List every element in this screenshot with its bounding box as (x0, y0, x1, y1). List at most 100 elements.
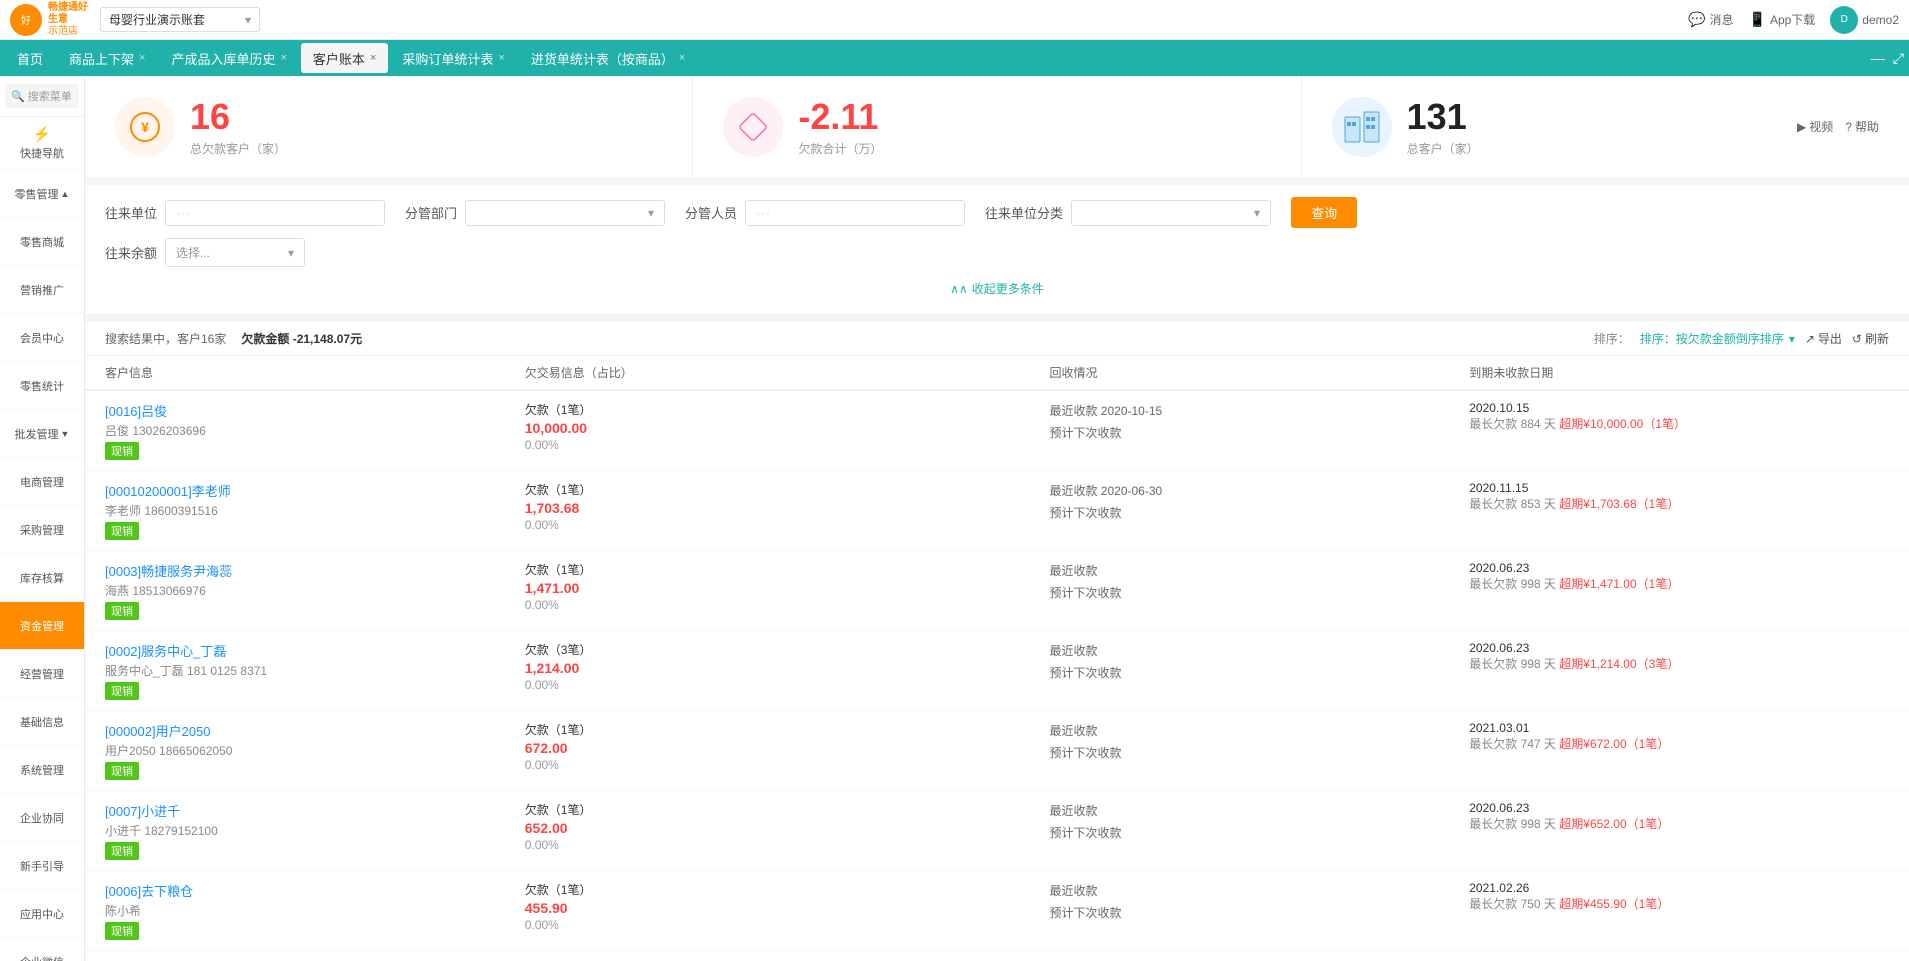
debt-info-0016: 欠款（1笔） 10,000.00 0.00% (525, 401, 1050, 452)
filter-row-1: 往来单位 ··· 分管部门 ▾ 分管人员 (105, 197, 1889, 228)
tab-purchase-order[interactable]: 采购订单统计表 × (390, 43, 516, 73)
sort-button[interactable]: 排序：按欠款金额倒序排序 ▾ (1640, 330, 1795, 347)
sidebar-search-box[interactable]: 🔍 搜索菜单 (5, 84, 79, 108)
sidebar-items: ⚡ 快捷导航 零售管理 ▲ 零售商城 营销推广 会员中心 (0, 117, 84, 961)
sidebar-item-retail-mall[interactable]: 零售商城 (0, 218, 84, 266)
refresh-button[interactable]: ↺ 刷新 (1852, 330, 1889, 347)
tab-close-icon[interactable]: × (679, 52, 685, 64)
video-link[interactable]: ▶ 视频 (1797, 118, 1833, 135)
tab-purchase-stats[interactable]: 进货单统计表（按商品） × (519, 43, 697, 73)
filter-分管人员-input[interactable]: ··· (745, 200, 965, 226)
header-collect: 回收情况 (1049, 364, 1469, 381)
main-content: ¥ 16 总欠款客户（家） -2.11 (85, 76, 1909, 961)
stat-label-total-customers: 总客户（家） (1407, 140, 1479, 157)
store-selector[interactable]: 母婴行业演示账套 ▾ (100, 7, 260, 32)
logo-area: 好 畅捷通好生意 示范店 (10, 2, 95, 38)
table-row: [0007]小进千 小进千 18279152100 现销 欠款（1笔） 652.… (85, 791, 1909, 871)
stat-text-total-customers: 131 总客户（家） (1407, 96, 1479, 157)
tab-close-icon[interactable]: × (280, 52, 286, 64)
customer-name-link[interactable]: [000002]用户2050 (105, 721, 525, 740)
filter-往来余额-dropdown[interactable]: 选择... ▾ (165, 238, 305, 267)
sidebar-item-ecommerce[interactable]: 电商管理 (0, 458, 84, 506)
tab-home[interactable]: 首页 (5, 43, 55, 73)
table-row: [0016]吕俊 吕俊 13026203696 现销 欠款（1笔） 10,000… (85, 391, 1909, 471)
tab-products[interactable]: 商品上下架 × (57, 43, 157, 73)
customer-info-0002: [0002]服务中心_丁磊 服务中心_丁磊 181 0125 8371 现销 (105, 641, 525, 700)
export-button[interactable]: ↗ 导出 (1805, 330, 1842, 347)
tab-customer-account[interactable]: 客户账本 × (301, 43, 388, 73)
overdue-link[interactable]: 超期¥672.00（1笔） (1559, 737, 1669, 751)
window-expand-icon[interactable]: ⤢ (1893, 50, 1904, 67)
tab-close-icon[interactable]: × (498, 52, 504, 64)
debt-info-000002: 欠款（1笔） 672.00 0.00% (525, 721, 1050, 772)
customer-name-link[interactable]: [0002]服务中心_丁磊 (105, 641, 525, 660)
customer-info-0016: [0016]吕俊 吕俊 13026203696 现销 (105, 401, 525, 460)
tab-production[interactable]: 产成品入库单历史 × (159, 43, 298, 73)
sidebar-item-purchase-mgmt[interactable]: 采购管理 (0, 506, 84, 554)
sidebar-item-inventory[interactable]: 库存核算 (0, 554, 84, 602)
help-link[interactable]: ? 帮助 (1845, 118, 1879, 135)
sidebar-item-quick-nav[interactable]: ⚡ 快捷导航 (0, 117, 84, 170)
collect-info-0007: 最近收款 预计下次收款 (1049, 801, 1469, 844)
overdue-link[interactable]: 超期¥652.00（1笔） (1559, 817, 1669, 831)
refresh-icon: ↺ (1852, 332, 1862, 346)
sidebar-item-retail-mgmt[interactable]: 零售管理 ▲ (0, 170, 84, 218)
search-icon: 🔍 (11, 90, 25, 103)
sidebar-item-app-center[interactable]: 应用中心 (0, 890, 84, 938)
sidebar-item-enterprise[interactable]: 企业协同 (0, 794, 84, 842)
customer-name-link[interactable]: [0006]去下粮仓 (105, 881, 525, 900)
overdue-link[interactable]: 超期¥1,471.00（1笔） (1559, 577, 1679, 591)
sidebar-item-wecom[interactable]: 企业微信 (0, 938, 84, 961)
stat-value-overdue-customers: 16 (190, 96, 286, 138)
sidebar: 🔍 搜索菜单 ⚡ 快捷导航 零售管理 ▲ 零售商城 (0, 76, 85, 961)
tab-close-icon[interactable]: × (139, 52, 145, 64)
debt-info-0006: 欠款（1笔） 455.90 0.00% (525, 881, 1050, 932)
message-icon: 💬 (1688, 11, 1705, 28)
customer-name-link[interactable]: [0007]小进千 (105, 801, 525, 820)
sidebar-item-system[interactable]: 系统管理 (0, 746, 84, 794)
filter-往来单位-input[interactable]: ··· (165, 200, 385, 226)
filter-分管人员: 分管人员 ··· (685, 200, 965, 226)
video-icon: ▶ (1797, 120, 1806, 134)
sidebar-item-retail-stats[interactable]: 零售统计 (0, 362, 84, 410)
sidebar-item-marketing[interactable]: 营销推广 (0, 266, 84, 314)
svg-text:¥: ¥ (141, 119, 149, 135)
stat-value-overdue-amount: -2.11 (798, 96, 882, 138)
tab-close-icon[interactable]: × (370, 52, 376, 64)
chevron-down-icon: ▲ (61, 189, 70, 199)
customer-info-0007: [0007]小进千 小进千 18279152100 现销 (105, 801, 525, 860)
sort-icon: ▾ (1789, 332, 1795, 346)
message-button[interactable]: 💬 消息 (1688, 11, 1733, 28)
table-row: [0002]服务中心_丁磊 服务中心_丁磊 181 0125 8371 现销 欠… (85, 631, 1909, 711)
overdue-link[interactable]: 超期¥1,703.68（1笔） (1559, 497, 1679, 511)
customer-name-link[interactable]: [0016]吕俊 (105, 401, 525, 420)
filter-分管部门: 分管部门 ▾ (405, 200, 665, 226)
overdue-link[interactable]: 超期¥10,000.00（1笔） (1559, 417, 1686, 431)
sidebar-item-member-center[interactable]: 会员中心 (0, 314, 84, 362)
app-download-button[interactable]: 📱 App下载 (1749, 11, 1816, 28)
overdue-link[interactable]: 超期¥1,214.00（3笔） (1559, 657, 1679, 671)
collapse-filter-button[interactable]: ∧∧ 收起更多条件 (105, 275, 1889, 302)
search-button[interactable]: 查询 (1291, 197, 1357, 228)
date-info-0016: 2020.10.15 最长欠款 884 天 超期¥10,000.00（1笔） (1469, 401, 1889, 432)
filter-分管部门-label: 分管部门 (405, 203, 457, 222)
window-minus-icon[interactable]: — (1871, 50, 1885, 67)
sidebar-search-area[interactable]: 🔍 搜索菜单 (0, 76, 84, 117)
customer-name-link[interactable]: [00010200001]李老师 (105, 481, 525, 500)
sidebar-item-newbie[interactable]: 新手引导 (0, 842, 84, 890)
stat-label-overdue-amount: 欠款合计（万） (798, 140, 882, 157)
filter-分管部门-select[interactable]: ▾ (465, 200, 665, 226)
user-profile-button[interactable]: D demo2 (1830, 6, 1899, 34)
customer-name-link[interactable]: [0003]畅捷服务尹海蕊 (105, 561, 525, 580)
stat-card-overdue-customers: ¥ 16 总欠款客户（家） (85, 76, 693, 177)
sidebar-item-finance[interactable]: 资金管理 (0, 602, 84, 650)
sidebar-item-wholesale-mgmt[interactable]: 批发管理 ▼ (0, 410, 84, 458)
table-row: [000002]用户2050 用户2050 18665062050 现销 欠款（… (85, 711, 1909, 791)
overdue-link[interactable]: 超期¥455.90（1笔） (1559, 897, 1669, 911)
filter-area: 往来单位 ··· 分管部门 ▾ 分管人员 (85, 185, 1909, 314)
sidebar-item-operations[interactable]: 经营管理 (0, 650, 84, 698)
filter-往来单位分类-select[interactable]: ▾ (1071, 200, 1271, 226)
filter-row-2: 往来余额 选择... ▾ (105, 238, 1889, 267)
sidebar-item-basic-info[interactable]: 基础信息 (0, 698, 84, 746)
filter-往来余额-label: 往来余额 (105, 243, 157, 262)
